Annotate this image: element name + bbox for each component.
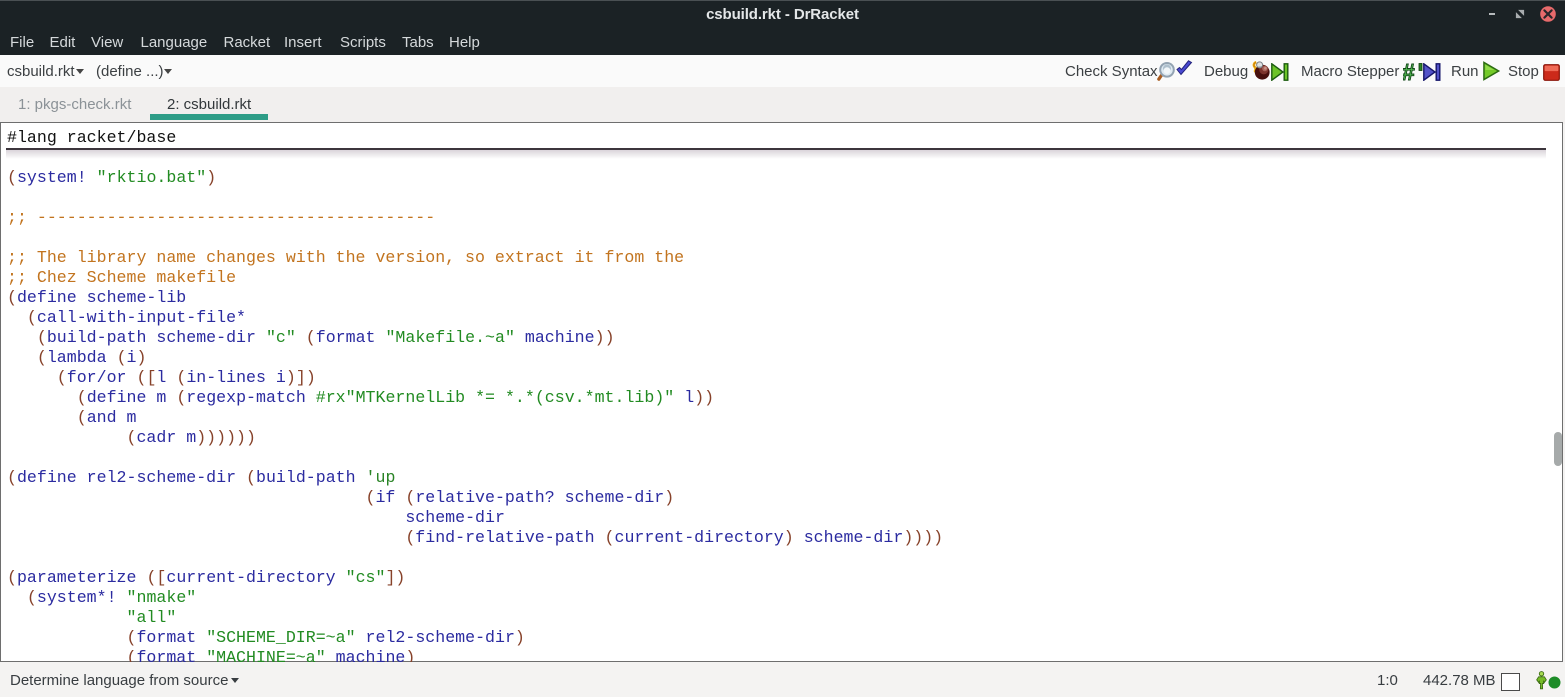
svg-text:#: # xyxy=(1403,60,1415,84)
